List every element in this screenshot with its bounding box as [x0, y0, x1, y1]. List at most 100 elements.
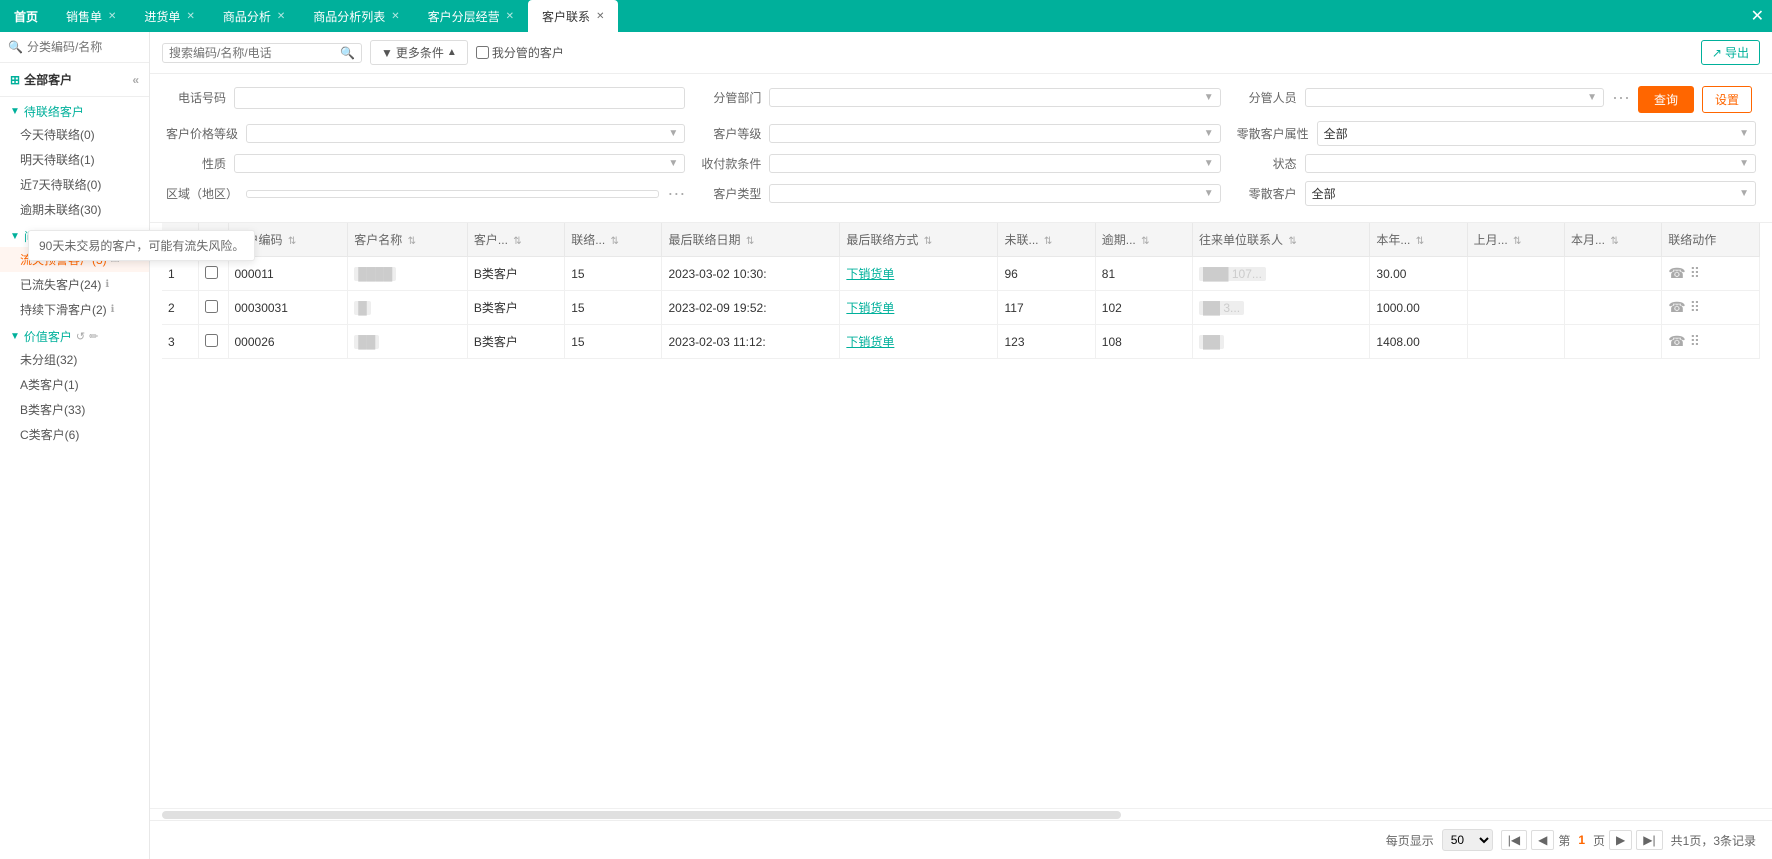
tab-goods-analysis[interactable]: 商品分析 ✕ — [209, 0, 299, 32]
sort-contact-person[interactable]: ⇅ — [1288, 236, 1296, 247]
value-refresh-icon[interactable]: ↺ — [76, 330, 85, 343]
action-phone-icon[interactable]: ☎ — [1668, 265, 1685, 282]
cell-last-method[interactable]: 下销货单 — [840, 291, 998, 325]
sidebar-item-c-class[interactable]: C类客户(6) — [0, 422, 149, 447]
sort-this-year[interactable]: ⇅ — [1416, 236, 1424, 247]
col-not-contact: 未联... ⇅ — [998, 223, 1095, 257]
prev-page-button[interactable]: ◀ — [1531, 830, 1554, 850]
sort-last-month[interactable]: ⇅ — [1513, 236, 1521, 247]
cell-checkbox[interactable] — [198, 291, 228, 325]
sidebar-item-a-class[interactable]: A类客户(1) — [0, 372, 149, 397]
toolbar: 🔍 ▼ 更多条件 ▲ 我分管的客户 ↗ 导出 — [150, 32, 1772, 74]
cell-name: █ — [348, 291, 468, 325]
per-page-select[interactable]: 50 100 200 — [1442, 829, 1493, 851]
sidebar-item-today-pending[interactable]: 今天待联络(0) — [0, 122, 149, 147]
row-checkbox-1[interactable] — [205, 300, 218, 313]
tab-close-customer-tier[interactable]: ✕ — [506, 11, 514, 22]
tab-close-customer-contact[interactable]: ✕ — [596, 11, 604, 22]
per-page-label: 每页显示 — [1386, 832, 1434, 849]
sort-overdue[interactable]: ⇅ — [1141, 236, 1149, 247]
filter-dept-select[interactable]: ▼ — [769, 88, 1220, 107]
filter-customer-type-select[interactable]: ▼ — [769, 184, 1220, 203]
sort-last-method[interactable]: ⇅ — [924, 236, 932, 247]
filter-casual-attr-select[interactable]: 全部 ▼ — [1317, 121, 1756, 146]
sidebar-collapse-icon[interactable]: « — [132, 73, 139, 87]
horizontal-scrollbar[interactable] — [150, 808, 1772, 820]
tab-customer-contact[interactable]: 客户联系 ✕ — [528, 0, 618, 32]
filter-phone-input[interactable] — [234, 87, 685, 109]
tab-close-goods-analysis[interactable]: ✕ — [277, 11, 285, 22]
table-row: 3 000026 ██ B类客户 15 2023-02-03 11:12: 下销… — [162, 325, 1760, 359]
sort-last-date[interactable]: ⇅ — [746, 236, 754, 247]
filter-customer-type: 客户类型 ▼ — [701, 184, 1220, 203]
filter-nature-select[interactable]: ▼ — [234, 154, 685, 173]
sidebar-item-overdue-contact[interactable]: 逾期未联络(30) — [0, 197, 149, 222]
sidebar-group-value[interactable]: ▼ 价值客户 ↺ ✏ — [0, 322, 149, 347]
cell-checkbox[interactable] — [198, 257, 228, 291]
export-button[interactable]: ↗ 导出 — [1701, 40, 1760, 65]
query-button[interactable]: 查询 — [1638, 86, 1694, 113]
action-phone-icon[interactable]: ☎ — [1668, 333, 1685, 350]
sidebar-item-b-class[interactable]: B类客户(33) — [0, 397, 149, 422]
tab-goods-analysis-list[interactable]: 商品分析列表 ✕ — [299, 0, 413, 32]
tab-customer-tier[interactable]: 客户分层经营 ✕ — [414, 0, 528, 32]
table-footer: 每页显示 50 100 200 |◀ ◀ 第 1 页 ▶ ▶| 共1页，3条记录 — [150, 820, 1772, 859]
sidebar-item-tomorrow-pending[interactable]: 明天待联络(1) — [0, 147, 149, 172]
tab-purchase[interactable]: 进货单 ✕ — [130, 0, 208, 32]
more-conditions-button[interactable]: ▼ 更多条件 ▲ — [370, 40, 468, 65]
toolbar-search-icon[interactable]: 🔍 — [340, 46, 355, 60]
row-checkbox-2[interactable] — [205, 334, 218, 347]
my-customers-checkbox[interactable] — [476, 46, 489, 59]
cell-checkbox[interactable] — [198, 325, 228, 359]
action-more-icon[interactable]: ⠿ — [1690, 265, 1700, 282]
filter-status-select[interactable]: ▼ — [1305, 154, 1756, 173]
filter-region-select[interactable] — [246, 190, 659, 198]
filter-casual-customer-select[interactable]: 全部 ▼ — [1305, 181, 1756, 206]
filter-customer-grade: 客户等级 ▼ — [701, 124, 1220, 143]
filter-customer-grade-select[interactable]: ▼ — [769, 124, 1220, 143]
filter-manager-select[interactable]: ▼ — [1305, 88, 1604, 107]
action-more-icon[interactable]: ⠿ — [1690, 299, 1700, 316]
search-input[interactable] — [169, 46, 340, 60]
tab-close-purchase[interactable]: ✕ — [186, 11, 194, 22]
sidebar-item-ungroup[interactable]: 未分组(32) — [0, 347, 149, 372]
first-page-button[interactable]: |◀ — [1501, 830, 1527, 850]
sort-name[interactable]: ⇅ — [408, 236, 416, 247]
sidebar-item-declining[interactable]: 持续下滑客户(2) ℹ — [0, 297, 149, 322]
tab-home[interactable]: 首页 — [0, 0, 52, 32]
my-customers-checkbox-label[interactable]: 我分管的客户 — [476, 44, 564, 61]
cell-this-month — [1564, 291, 1661, 325]
cell-last-method[interactable]: 下销货单 — [840, 257, 998, 291]
filter-manager-more[interactable]: ··· — [1612, 87, 1630, 108]
sort-not-contact[interactable]: ⇅ — [1044, 236, 1052, 247]
row-checkbox-0[interactable] — [205, 266, 218, 279]
tab-close-sales[interactable]: ✕ — [108, 11, 116, 22]
tab-close-goods-analysis-list[interactable]: ✕ — [391, 11, 399, 22]
filter-region-more[interactable]: ··· — [667, 183, 685, 204]
sidebar-group-pending[interactable]: ▼ 待联络客户 — [0, 97, 149, 122]
value-edit-icon[interactable]: ✏ — [89, 330, 98, 343]
close-all-button[interactable]: ✕ — [1751, 6, 1764, 26]
sidebar-item-week-pending[interactable]: 近7天待联络(0) — [0, 172, 149, 197]
cell-last-method[interactable]: 下销货单 — [840, 325, 998, 359]
sidebar-item-churned[interactable]: 已流失客户(24) ℹ — [0, 272, 149, 297]
sort-this-month[interactable]: ⇅ — [1610, 236, 1618, 247]
filter-customer-type-label: 客户类型 — [701, 185, 761, 202]
sort-contact-count[interactable]: ⇅ — [611, 236, 619, 247]
status-arrow: ▼ — [1739, 158, 1749, 169]
sort-type[interactable]: ⇅ — [513, 236, 521, 247]
cell-actions: ☎ ⠿ — [1662, 291, 1760, 325]
next-page-button[interactable]: ▶ — [1609, 830, 1632, 850]
settings-button[interactable]: 设置 — [1702, 86, 1752, 113]
action-phone-icon[interactable]: ☎ — [1668, 299, 1685, 316]
cell-type: B类客户 — [467, 257, 564, 291]
filter-price-grade-select[interactable]: ▼ — [246, 124, 685, 143]
filter-row-2: 客户价格等级 ▼ 客户等级 ▼ 零散客户属性 全部 — [166, 121, 1756, 146]
action-more-icon[interactable]: ⠿ — [1690, 333, 1700, 350]
table-header-row: ⚙ 客户编码 ⇅ 客户名称 ⇅ — [162, 223, 1760, 257]
filter-payment-select[interactable]: ▼ — [769, 154, 1220, 173]
sidebar-search-input[interactable] — [27, 40, 141, 54]
tab-sales[interactable]: 销售单 ✕ — [52, 0, 130, 32]
last-page-button[interactable]: ▶| — [1636, 830, 1662, 850]
sort-code[interactable]: ⇅ — [288, 236, 296, 247]
